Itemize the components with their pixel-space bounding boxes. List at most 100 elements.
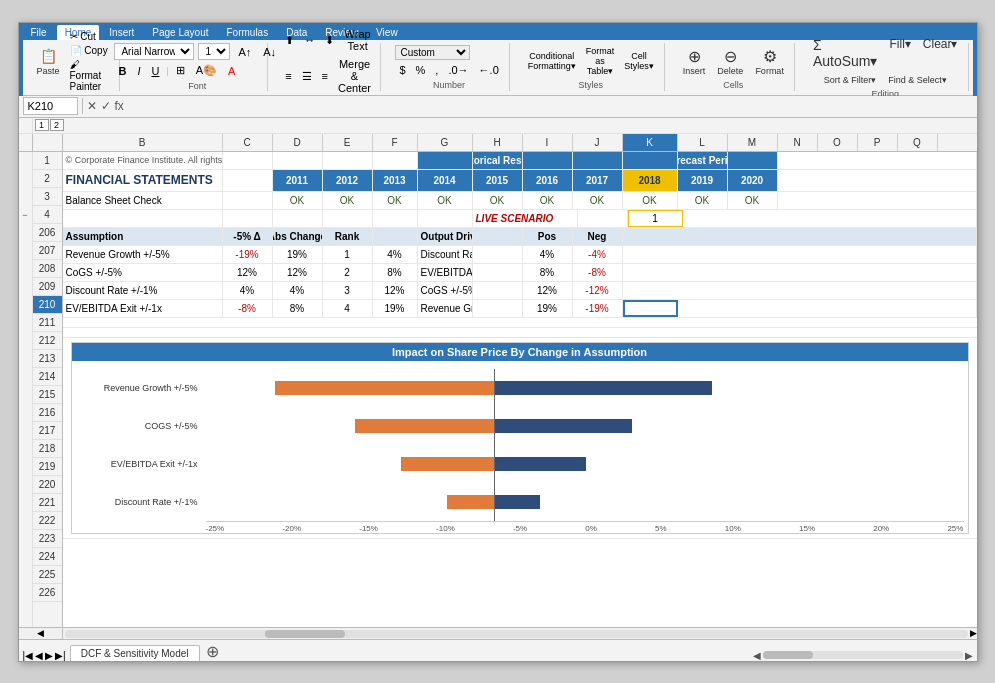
autosum-btn[interactable]: Σ AutoSum▾ xyxy=(809,35,882,71)
cell-K2-2018[interactable]: 2018 xyxy=(623,170,678,191)
outline-expand-10[interactable] xyxy=(19,314,32,332)
conditional-formatting-btn[interactable]: ConditionalFormatting▾ xyxy=(524,44,580,78)
cell-rest-207[interactable] xyxy=(623,246,977,263)
align-top-btn[interactable]: ⬆ xyxy=(281,26,298,54)
cell-K4-selected[interactable]: 1 xyxy=(628,210,683,227)
formula-input[interactable] xyxy=(128,100,973,112)
cell-I208[interactable]: 8% xyxy=(523,264,573,281)
cell-C208[interactable]: 12% xyxy=(223,264,273,281)
outline-expand-6[interactable] xyxy=(19,242,32,260)
align-right-btn[interactable]: ≡ xyxy=(318,56,332,96)
bold-button[interactable]: B xyxy=(114,63,130,79)
cell-L2-2019[interactable]: 2019 xyxy=(678,170,728,191)
cell-J1[interactable] xyxy=(573,152,623,169)
cell-J210[interactable]: -19% xyxy=(573,300,623,317)
cell-B210[interactable]: EV/EBITDA Exit +/-1x xyxy=(63,300,223,317)
cell-I210[interactable]: 19% xyxy=(523,300,573,317)
cell-M1[interactable] xyxy=(728,152,778,169)
col-header-G[interactable]: G xyxy=(418,134,473,151)
cell-C2[interactable] xyxy=(223,170,273,191)
sheet-scroll-right[interactable]: ▶ xyxy=(965,650,973,661)
cell-F1[interactable] xyxy=(373,152,418,169)
cell-I1[interactable] xyxy=(523,152,573,169)
col-header-P[interactable]: P xyxy=(858,134,898,151)
cell-E207[interactable]: 1 xyxy=(323,246,373,263)
row-num-224[interactable]: 224 xyxy=(33,548,62,566)
font-name-select[interactable]: Arial Narrow xyxy=(114,43,194,60)
percent-btn[interactable]: % xyxy=(412,62,430,78)
row-num-210[interactable]: 210 xyxy=(33,296,62,314)
sheet-tab-dcf[interactable]: DCF & Sensitivity Model xyxy=(70,645,200,661)
font-color-button[interactable]: A xyxy=(224,63,239,79)
cell-J207[interactable]: -4% xyxy=(573,246,623,263)
align-center-btn[interactable]: ☰ xyxy=(298,56,316,96)
tab-nav-first[interactable]: |◀ xyxy=(23,650,34,661)
row-num-221[interactable]: 221 xyxy=(33,494,62,512)
cell-rest-2[interactable] xyxy=(778,170,977,191)
cell-D207[interactable]: 19% xyxy=(273,246,323,263)
cell-rest-3[interactable] xyxy=(778,192,977,209)
col-header-Q[interactable]: Q xyxy=(898,134,938,151)
sort-filter-btn[interactable]: Sort & Filter▾ xyxy=(820,73,881,87)
col-header-B[interactable]: B xyxy=(63,134,223,151)
cell-D1[interactable] xyxy=(273,152,323,169)
insert-btn[interactable]: ⊕ Insert xyxy=(679,45,710,78)
cell-B4[interactable] xyxy=(63,210,223,227)
col-header-I[interactable]: I xyxy=(523,134,573,151)
cell-J208[interactable]: -8% xyxy=(573,264,623,281)
cell-F4[interactable] xyxy=(373,210,418,227)
align-left-btn[interactable]: ≡ xyxy=(281,56,295,96)
cell-E210[interactable]: 4 xyxy=(323,300,373,317)
delete-btn[interactable]: ⊖ Delete xyxy=(713,45,747,78)
cell-H206[interactable] xyxy=(473,228,523,245)
number-format-select[interactable]: Custom xyxy=(395,45,470,60)
outline-expand-4[interactable]: − xyxy=(19,206,32,224)
cell-I209[interactable]: 12% xyxy=(523,282,573,299)
cell-B208[interactable]: CoGS +/-5% xyxy=(63,264,223,281)
outline-expand-9[interactable] xyxy=(19,296,32,314)
scroll-left-btn[interactable]: ◀ xyxy=(37,628,44,638)
col-header-O[interactable]: O xyxy=(818,134,858,151)
cell-D210[interactable]: 8% xyxy=(273,300,323,317)
outline-expand-2[interactable] xyxy=(19,170,32,188)
row-num-215[interactable]: 215 xyxy=(33,386,62,404)
cell-styles-btn[interactable]: CellStyles▾ xyxy=(620,44,658,78)
col-header-K[interactable]: K xyxy=(623,134,678,151)
row-num-220[interactable]: 220 xyxy=(33,476,62,494)
cell-C207[interactable]: -19% xyxy=(223,246,273,263)
fill-btn[interactable]: Fill▾ xyxy=(885,35,914,71)
row-num-2[interactable]: 2 xyxy=(33,170,62,188)
cell-B1[interactable]: © Corporate Finance Institute. All right… xyxy=(63,152,223,169)
cell-rest-209[interactable] xyxy=(623,282,977,299)
cell-G208[interactable]: EV/EBITDA Exit +/-1x xyxy=(418,264,473,281)
row-num-225[interactable]: 225 xyxy=(33,566,62,584)
row-num-214[interactable]: 214 xyxy=(33,368,62,386)
cell-F2-2013[interactable]: 2013 xyxy=(373,170,418,191)
cell-I3[interactable]: OK xyxy=(523,192,573,209)
increase-font-btn[interactable]: A↑ xyxy=(234,44,255,60)
cell-F207[interactable]: 4% xyxy=(373,246,418,263)
col-header-D[interactable]: D xyxy=(273,134,323,151)
paste-button[interactable]: 📋 Paste xyxy=(33,44,64,78)
col-header-F[interactable]: F xyxy=(373,134,418,151)
cell-G209[interactable]: CoGS +/-5% xyxy=(418,282,473,299)
font-size-select[interactable]: 12 xyxy=(198,43,230,60)
cell-J209[interactable]: -12% xyxy=(573,282,623,299)
row-num-207[interactable]: 207 xyxy=(33,242,62,260)
cell-D209[interactable]: 4% xyxy=(273,282,323,299)
cell-I207[interactable]: 4% xyxy=(523,246,573,263)
copy-button[interactable]: 📄 Copy xyxy=(66,44,113,57)
row-num-217[interactable]: 217 xyxy=(33,422,62,440)
cell-J3[interactable]: OK xyxy=(573,192,623,209)
col-header-M[interactable]: M xyxy=(728,134,778,151)
row-num-218[interactable]: 218 xyxy=(33,440,62,458)
underline-button[interactable]: U xyxy=(147,63,163,79)
cell-D3[interactable]: OK xyxy=(273,192,323,209)
cell-H210[interactable] xyxy=(473,300,523,317)
increase-decimal-btn[interactable]: .0→ xyxy=(444,62,472,78)
row-num-223[interactable]: 223 xyxy=(33,530,62,548)
decrease-decimal-btn[interactable]: ←.0 xyxy=(475,62,503,78)
italic-button[interactable]: I xyxy=(133,63,144,79)
cut-button[interactable]: ✂ Cut xyxy=(66,30,113,43)
scroll-thumb-h[interactable] xyxy=(265,630,345,638)
